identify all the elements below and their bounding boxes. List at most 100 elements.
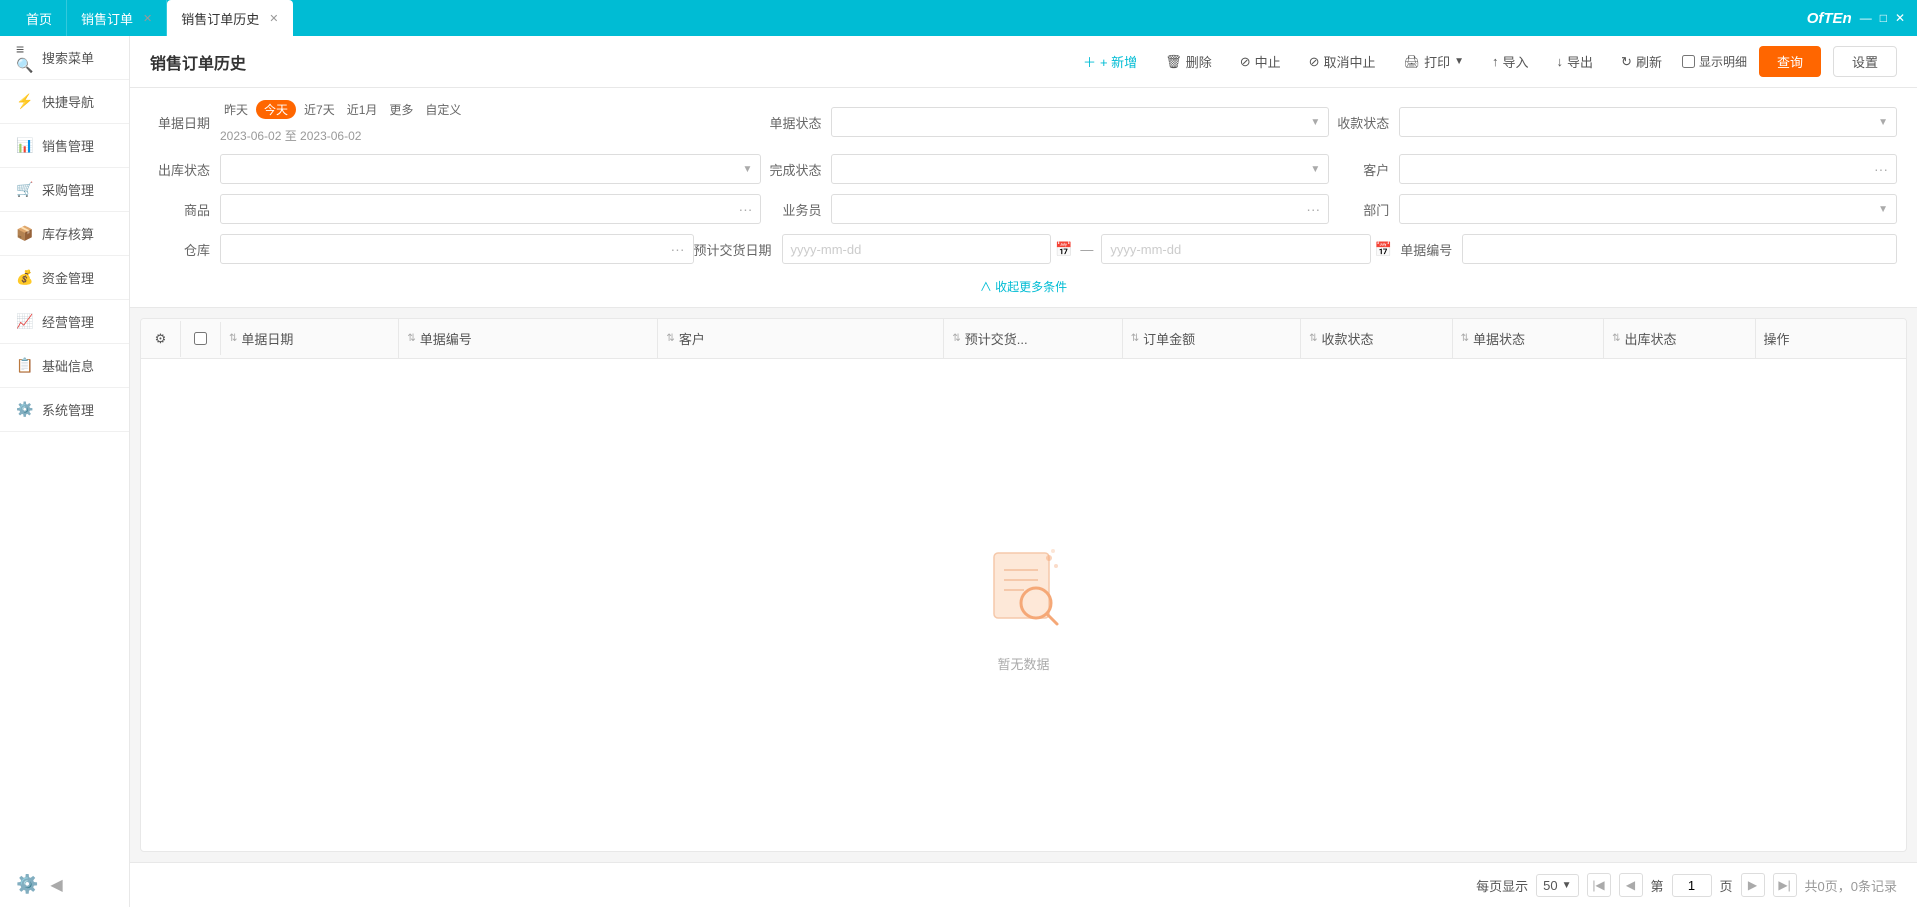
sidebar-item-sys-mgmt[interactable]: ⚙️ 系统管理 (0, 388, 129, 432)
select-all-checkbox[interactable] (194, 332, 207, 345)
th-date-sort-icon[interactable]: ⇅ (229, 333, 237, 344)
th-receipt-sort-icon[interactable]: ⇅ (1309, 333, 1317, 344)
page-size-select[interactable]: 50 ▼ (1536, 874, 1578, 897)
page-size-label: 每页显示 (1476, 876, 1528, 895)
sidebar-item-finance-label: 资金管理 (42, 268, 94, 287)
th-receipt: ⇅ 收款状态 (1301, 319, 1452, 358)
product-input[interactable]: ··· (220, 194, 761, 224)
th-customer-sort-icon[interactable]: ⇅ (666, 333, 674, 344)
doc-number-input[interactable] (1462, 234, 1897, 264)
date-quick-buttons: 昨天 今天 近7天 近1月 更多 自定义 (220, 100, 465, 119)
new-button[interactable]: ＋ + 新增 (1075, 48, 1145, 75)
purchase-mgmt-icon: 🛒 (16, 181, 34, 199)
tab-sales-order[interactable]: 销售订单 ✕ (67, 0, 167, 36)
filter-row-3: 商品 ··· 业务员 ··· 部门 ▼ (150, 194, 1897, 224)
salesperson-input[interactable]: ··· (831, 194, 1329, 224)
settings-button[interactable]: 设置 (1833, 46, 1897, 77)
sidebar-item-inventory[interactable]: 📦 库存核算 (0, 212, 129, 256)
expected-date-end[interactable]: yyyy-mm-dd (1101, 234, 1370, 264)
department-select[interactable]: ▼ (1399, 194, 1897, 224)
new-icon: ＋ (1083, 52, 1096, 71)
complete-status-select[interactable]: ▼ (831, 154, 1329, 184)
home-tab-label: 首页 (26, 9, 52, 28)
sidebar-item-sales-mgmt[interactable]: 📊 销售管理 (0, 124, 129, 168)
th-number-sort-icon[interactable]: ⇅ (407, 333, 415, 344)
tab-sales-order-history[interactable]: 销售订单历史 ✕ (167, 0, 293, 36)
query-button[interactable]: 查询 (1759, 46, 1821, 77)
sidebar-item-basic-info[interactable]: 📋 基础信息 (0, 344, 129, 388)
show-detail-checkbox[interactable] (1682, 55, 1695, 68)
stop-button[interactable]: ⊘ 中止 (1232, 48, 1289, 75)
page-input[interactable] (1672, 874, 1712, 897)
customer-label: 客户 (1329, 160, 1399, 179)
date-custom[interactable]: 自定义 (421, 100, 465, 119)
customer-input[interactable]: ··· (1399, 154, 1897, 184)
cal-start-icon[interactable]: 📅 (1055, 241, 1072, 258)
date-more[interactable]: 更多 (385, 100, 417, 119)
page-first-button[interactable]: |◀ (1587, 873, 1611, 897)
warehouse-ellipsis[interactable]: ··· (671, 241, 685, 257)
page-prev-button[interactable]: ◀ (1619, 873, 1643, 897)
page-next-button[interactable]: ▶ (1741, 873, 1765, 897)
collapse-button[interactable]: ∧ 收起更多条件 (150, 274, 1897, 295)
th-delivery: ⇅ 预计交货... (944, 319, 1122, 358)
date-yesterday[interactable]: 昨天 (220, 100, 252, 119)
doc-date-label: 单据日期 (150, 113, 220, 132)
main-layout: ≡🔍 搜索菜单 ⚡ 快捷导航 📊 销售管理 🛒 采购管理 📦 库存核算 💰 资金… (0, 36, 1917, 907)
sidebar-item-purchase-mgmt[interactable]: 🛒 采购管理 (0, 168, 129, 212)
sidebar-item-finance[interactable]: 💰 资金管理 (0, 256, 129, 300)
sidebar-item-search-menu[interactable]: ≡🔍 搜索菜单 (0, 36, 129, 80)
cal-end-icon[interactable]: 📅 (1375, 241, 1392, 258)
export-icon: ↓ (1557, 54, 1564, 69)
window-maximize[interactable]: □ (1880, 11, 1887, 25)
filter-row-4: 仓库 ··· 预计交货日期 yyyy-mm-dd 📅 — yyyy-m (150, 234, 1897, 264)
customer-ellipsis[interactable]: ··· (1874, 161, 1888, 177)
tab-sales-order-close[interactable]: ✕ (143, 12, 152, 25)
sidebar-item-quick-nav-label: 快捷导航 (42, 92, 94, 111)
th-status-sort-icon[interactable]: ⇅ (1461, 333, 1469, 344)
expected-date-start[interactable]: yyyy-mm-dd (782, 234, 1051, 264)
settings-gear-icon[interactable]: ⚙ (155, 331, 167, 347)
th-checkbox[interactable] (181, 322, 221, 355)
warehouse-input[interactable]: ··· (220, 234, 694, 264)
window-close[interactable]: ✕ (1895, 11, 1905, 25)
sidebar-collapse-icon[interactable]: ◀ (50, 875, 62, 895)
th-settings[interactable]: ⚙ (141, 321, 181, 357)
import-button[interactable]: ↑ 导入 (1484, 48, 1537, 75)
window-minimize[interactable]: — (1860, 11, 1872, 25)
th-out-sort-icon[interactable]: ⇅ (1612, 333, 1620, 344)
tab-sales-order-history-close[interactable]: ✕ (269, 12, 278, 25)
out-status-select[interactable]: ▼ (220, 154, 761, 184)
cancel-stop-button[interactable]: ⊘ 取消中止 (1301, 48, 1384, 75)
sidebar-item-operations[interactable]: 📈 经营管理 (0, 300, 129, 344)
page-size-arrow: ▼ (1562, 880, 1572, 891)
sys-mgmt-icon: ⚙️ (16, 401, 34, 419)
doc-status-select[interactable]: ▼ (831, 107, 1329, 137)
salesperson-ellipsis[interactable]: ··· (1306, 201, 1320, 217)
receipt-status-select[interactable]: ▼ (1399, 107, 1897, 137)
empty-text: 暂无数据 (997, 654, 1049, 673)
filter-product: 商品 ··· (150, 194, 761, 224)
filter-expected-date: 预计交货日期 yyyy-mm-dd 📅 — yyyy-mm-dd 📅 (694, 234, 1393, 264)
date-dash: — (1080, 242, 1093, 257)
expected-date-control: yyyy-mm-dd 📅 — yyyy-mm-dd 📅 (782, 234, 1393, 264)
th-amount-sort-icon[interactable]: ⇅ (1131, 333, 1139, 344)
page-last-button[interactable]: ▶| (1773, 873, 1797, 897)
print-button[interactable]: 🖨 打印 ▼ (1396, 48, 1472, 75)
basic-info-icon: 📋 (16, 357, 34, 375)
export-button[interactable]: ↓ 导出 (1549, 48, 1602, 75)
tab-home[interactable]: 首页 (12, 0, 67, 36)
product-ellipsis[interactable]: ··· (738, 201, 752, 217)
doc-number-label: 单据编号 (1392, 240, 1462, 259)
sidebar-item-quick-nav[interactable]: ⚡ 快捷导航 (0, 80, 129, 124)
refresh-button[interactable]: ↻ 刷新 (1613, 48, 1670, 75)
date-1month[interactable]: 近1月 (343, 100, 382, 119)
th-delivery-sort-icon[interactable]: ⇅ (952, 333, 960, 344)
doc-status-label: 单据状态 (761, 113, 831, 132)
filter-warehouse: 仓库 ··· (150, 234, 694, 264)
sidebar-settings-icon[interactable]: ⚙️ (16, 874, 38, 895)
date-today[interactable]: 今天 (256, 100, 296, 119)
delete-button[interactable]: 🗑 删除 (1157, 48, 1220, 75)
date-7days[interactable]: 近7天 (300, 100, 339, 119)
doc-status-arrow: ▼ (1310, 117, 1320, 128)
